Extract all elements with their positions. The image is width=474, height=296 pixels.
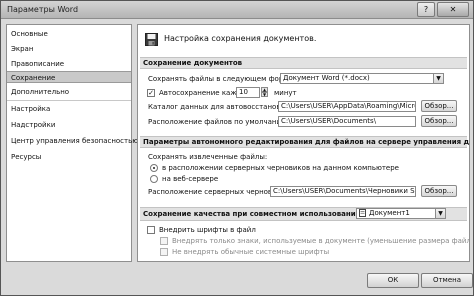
word-options-dialog: Параметры Word ? ✕ Основные Экран Правоп…: [0, 0, 474, 296]
no-common-fonts-label: Не внедрять обычные системные шрифты: [172, 248, 330, 256]
drafts-location-input[interactable]: C:\Users\USER\Documents\Черновики ShareP…: [270, 186, 416, 197]
sidebar-divider: [7, 100, 131, 101]
save-format-value: Документ Word (*.docx): [283, 74, 370, 82]
sidebar-item-trust-center[interactable]: Центр управления безопасностью: [7, 135, 138, 147]
embed-used-only-label: Внедрять только знаки, используемые в до…: [172, 237, 470, 245]
close-button[interactable]: ✕: [437, 2, 469, 17]
save-checked-out-label: Сохранять извлеченные файлы:: [148, 153, 268, 161]
ok-button[interactable]: ОК: [367, 273, 419, 288]
sidebar-item-addins[interactable]: Надстройки: [7, 119, 131, 131]
sidebar-item-display[interactable]: Экран: [7, 43, 131, 55]
autosave-minutes-input[interactable]: 10: [236, 87, 260, 98]
drafts-browse-button[interactable]: Обзор...: [421, 185, 457, 197]
no-common-fonts-checkbox[interactable]: [160, 248, 168, 256]
chevron-down-icon[interactable]: ▼: [433, 74, 443, 83]
default-location-browse-button[interactable]: Обзор...: [421, 115, 457, 127]
sidebar-item-resources[interactable]: Ресурсы: [7, 151, 131, 163]
sidebar-item-advanced[interactable]: Дополнительно: [7, 86, 131, 98]
word-document-icon: [359, 209, 366, 217]
sidebar-item-save[interactable]: Сохранение: [7, 71, 131, 83]
fidelity-document-value: Документ1: [369, 209, 410, 217]
autorecover-browse-button[interactable]: Обзор...: [421, 100, 457, 112]
spin-down-icon[interactable]: ▼: [261, 92, 268, 97]
sidebar-item-general[interactable]: Основные: [7, 28, 131, 40]
help-button[interactable]: ?: [417, 2, 435, 17]
chevron-down-icon[interactable]: ▼: [435, 209, 445, 218]
radio-local-drafts-label: в расположении серверных черновиков на д…: [162, 164, 399, 172]
offline-section-header: Параметры автономного редактирования для…: [140, 136, 469, 148]
default-location-label: Расположение файлов по умолчанию:: [148, 118, 290, 126]
save-format-select[interactable]: Документ Word (*.docx) ▼: [280, 73, 444, 84]
autosave-unit-label: минут: [274, 89, 297, 97]
embed-used-only-checkbox[interactable]: [160, 237, 168, 245]
title-bar: Параметры Word ? ✕: [1, 1, 473, 19]
embed-fonts-label: Внедрить шрифты в файл: [159, 226, 256, 234]
fidelity-document-select[interactable]: Документ1 ▼: [356, 208, 446, 219]
autorecover-path-input[interactable]: C:\Users\USER\AppData\Roaming\Microsoft\: [278, 101, 416, 112]
autosave-checkbox[interactable]: ✓: [147, 89, 155, 97]
embed-fonts-checkbox[interactable]: [147, 226, 155, 234]
radio-web-server-label: на веб-сервере: [162, 175, 219, 183]
radio-local-drafts[interactable]: [150, 164, 158, 172]
window-title: Параметры Word: [7, 5, 79, 14]
save-section-header: Сохранение документов: [140, 57, 467, 69]
sidebar-item-customize[interactable]: Настройка: [7, 103, 131, 115]
cancel-button[interactable]: Отмена: [421, 273, 473, 288]
page-title: Настройка сохранения документов.: [164, 34, 317, 43]
options-content: Настройка сохранения документов. Сохране…: [137, 24, 470, 262]
floppy-disk-icon: [145, 33, 158, 46]
options-sidebar: Основные Экран Правописание Сохранение Д…: [6, 24, 138, 262]
sidebar-item-proofing[interactable]: Правописание: [7, 58, 131, 70]
default-location-input[interactable]: C:\Users\USER\Documents\: [278, 116, 416, 127]
radio-web-server[interactable]: [150, 175, 158, 183]
